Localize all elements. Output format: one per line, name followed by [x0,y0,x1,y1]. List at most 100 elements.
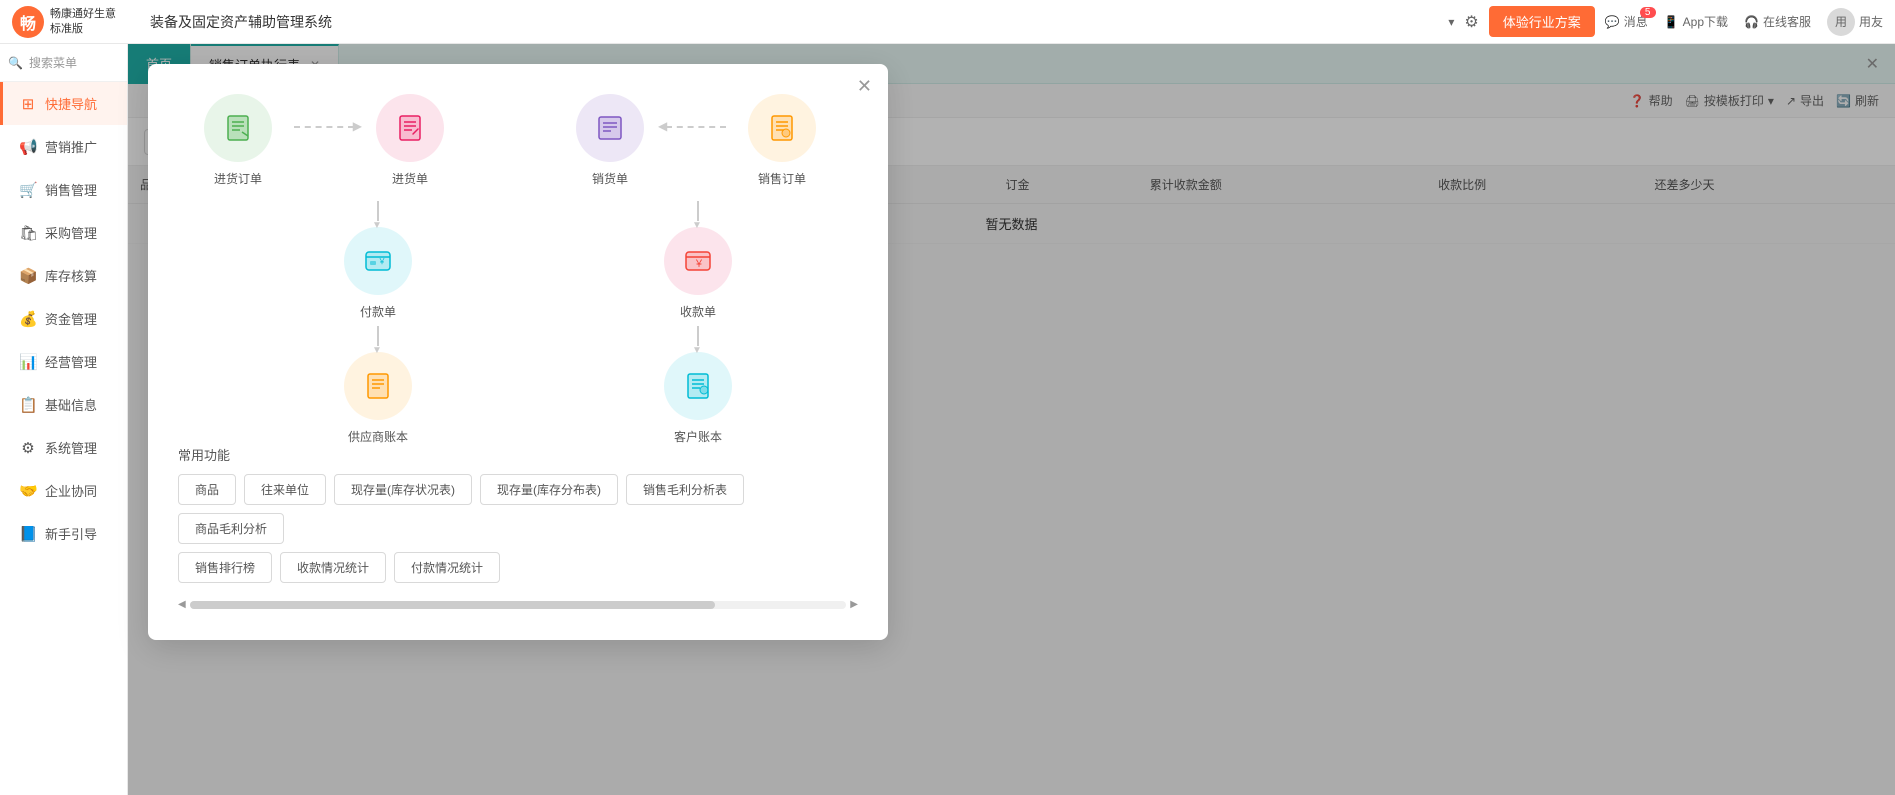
flow-item-supplier-account[interactable]: 供应商账本 [318,352,438,445]
func-btn-往来单位[interactable]: 往来单位 [244,474,326,505]
func-btn-现存量库存分布表[interactable]: 现存量(库存分布表) [480,474,618,505]
online-service-icon: 🎧 [1744,15,1759,29]
sidebar-label-newbie: 新手引导 [45,524,97,543]
flowchart-mid: ￥ 付款单 [178,195,858,445]
common-functions: 常用功能 商品往来单位现存量(库存状况表)现存量(库存分布表)销售毛利分析表商品… [178,445,858,583]
scrollbar-track[interactable] [190,601,847,609]
common-functions-title: 常用功能 [178,445,858,464]
sidebar-item-inventory[interactable]: 📦 库存核算 [0,254,127,297]
func-btn-现存量库存状况表[interactable]: 现存量(库存状况表) [334,474,472,505]
func-buttons-row2: 销售排行榜收款情况统计付款情况统计 [178,552,858,583]
func-btn-销售毛利分析表[interactable]: 销售毛利分析表 [626,474,744,505]
flow-item-payment[interactable]: ￥ 付款单 [318,227,438,320]
user-avatar-char: 用 [1835,13,1847,30]
top-bar-actions: 💬 消息 5 📱 App下载 🎧 在线客服 用 用友 [1605,8,1883,36]
func-btn-商品[interactable]: 商品 [178,474,236,505]
flow-circle-sales-order [748,94,816,162]
svg-text:￥: ￥ [694,259,704,270]
system-title-dropdown[interactable]: ▾ [1448,15,1454,29]
flowchart-top-row: 进货订单 [178,94,858,187]
scrollbar-thumb[interactable] [190,601,715,609]
sidebar-icon-basic-info: 📋 [19,396,37,414]
func-btn-收款情况统计[interactable]: 收款情况统计 [280,552,386,583]
sidebar-icon-quick-nav: ⊞ [19,95,37,113]
message-badge: 5 [1640,7,1656,18]
flow-circle-receipt: ￥ [664,227,732,295]
modal-close-btn[interactable]: ✕ [857,76,872,97]
arrow-v-to-receipt [697,195,699,227]
sidebar-item-purchase[interactable]: 🛍采购管理 [0,211,127,254]
sidebar-search-inner[interactable]: 🔍 搜索菜单 [8,54,119,71]
dashed-arrow-h [294,126,354,128]
sidebar-icon-marketing: 📢 [19,138,37,156]
sidebar-label-inventory: 库存核算 [45,266,97,285]
sidebar-label-sales: 销售管理 [45,180,97,199]
logo-char: 畅 [20,10,36,34]
system-title: 装备及固定资产辅助管理系统 [150,12,1438,32]
scroll-left-btn[interactable]: ◀ [178,599,186,610]
app-download-icon: 📱 [1664,15,1679,29]
sidebar-item-system[interactable]: ⚙系统管理 [0,426,127,469]
sidebar-item-basic-info[interactable]: 📋 基础信息 [0,383,127,426]
sidebar-icon-finance: 💰 [19,310,37,328]
flow-item-purchase-bill[interactable]: 进货单 [350,94,470,187]
sidebar-label-marketing: 营销推广 [45,137,97,156]
flow-circle-sales-bill [576,94,644,162]
sidebar-label-system: 系统管理 [45,438,97,457]
flow-label-sales-order-node: 销售订单 [758,170,806,187]
dashed-arrow-h-rev [666,126,726,128]
user-btn[interactable]: 用 用友 [1827,8,1883,36]
arrow-purchase-to-purchasebill [294,126,354,156]
flow-label-customer-account: 客户账本 [674,428,722,445]
receipt-col: ￥ 收款单 [638,195,758,445]
flow-item-sales-bill[interactable]: 销货单 [550,94,670,187]
arrow-v-line-customer [697,326,699,346]
user-avatar: 用 [1827,8,1855,36]
sidebar-search[interactable]: 🔍 搜索菜单 [0,44,127,82]
func-btn-销售排行榜[interactable]: 销售排行榜 [178,552,272,583]
sidebar-item-marketing[interactable]: 📢 营销推广 [0,125,127,168]
logo-area: 畅 畅康通好生意 标准版 [12,6,140,38]
flow-circle-supplier [344,352,412,420]
arrow-v-line-payment [377,201,379,221]
func-btn-商品毛利分析[interactable]: 商品毛利分析 [178,513,284,544]
flow-item-receipt[interactable]: ￥ 收款单 [638,227,758,320]
flow-circle-payment: ￥ [344,227,412,295]
modal-overlay[interactable]: ✕ 进货订单 [128,44,1895,795]
func-buttons-row1: 商品往来单位现存量(库存状况表) 现存量(库存分布表) 销售毛利分析表商品毛利分析 [178,474,858,544]
flow-label-receipt: 收款单 [680,303,716,320]
func-btn-付款情况统计[interactable]: 付款情况统计 [394,552,500,583]
sidebar-label-purchase: 采购管理 [45,223,97,242]
sidebar-label-operations: 经营管理 [45,352,97,371]
experience-btn[interactable]: 体验行业方案 [1489,6,1595,37]
flow-label-supplier-account: 供应商账本 [348,428,408,445]
flow-item-purchase-order[interactable]: 进货订单 [178,94,298,187]
app-download-label: App下载 [1683,13,1728,30]
sidebar-item-sales[interactable]: 🛒 销售管理 [0,168,127,211]
sidebar-item-finance[interactable]: 💰资金管理 [0,297,127,340]
arrow-salesorder-to-salesbill [666,126,726,156]
flow-item-sales-order-node[interactable]: 销售订单 [722,94,842,187]
sidebar-item-quick-nav[interactable]: ⊞快捷导航 [0,82,127,125]
sidebar-search-label: 搜索菜单 [29,54,77,71]
sidebar-label-basic-info: 基础信息 [45,395,97,414]
scroll-right-btn[interactable]: ▶ [850,599,858,610]
sidebar-icon-newbie: 📘 [19,525,37,543]
sidebar-icon-operations: 📊 [19,353,37,371]
arrow-v-to-supplier [377,320,379,352]
app-download-btn[interactable]: 📱 App下载 [1664,13,1728,30]
sidebar-item-operations[interactable]: 📊 经营管理 [0,340,127,383]
svg-text:￥: ￥ [378,257,386,266]
sidebar-item-newbie[interactable]: 📘 新手引导 [0,512,127,555]
settings-icon[interactable]: ⚙ [1464,12,1478,32]
message-btn[interactable]: 💬 消息 5 [1605,13,1648,30]
arrow-v-line-supplier [377,326,379,346]
sidebar-item-enterprise[interactable]: 🤝企业协同 [0,469,127,512]
flow-item-customer-account[interactable]: 客户账本 [638,352,758,445]
sidebar-icon-sales: 🛒 [19,181,37,199]
flow-circle-customer [664,352,732,420]
sidebar-icon-inventory: 📦 [19,267,37,285]
logo-line2: 标准版 [50,22,116,36]
flow-label-sales-bill: 销货单 [592,170,628,187]
online-service-btn[interactable]: 🎧 在线客服 [1744,13,1811,30]
